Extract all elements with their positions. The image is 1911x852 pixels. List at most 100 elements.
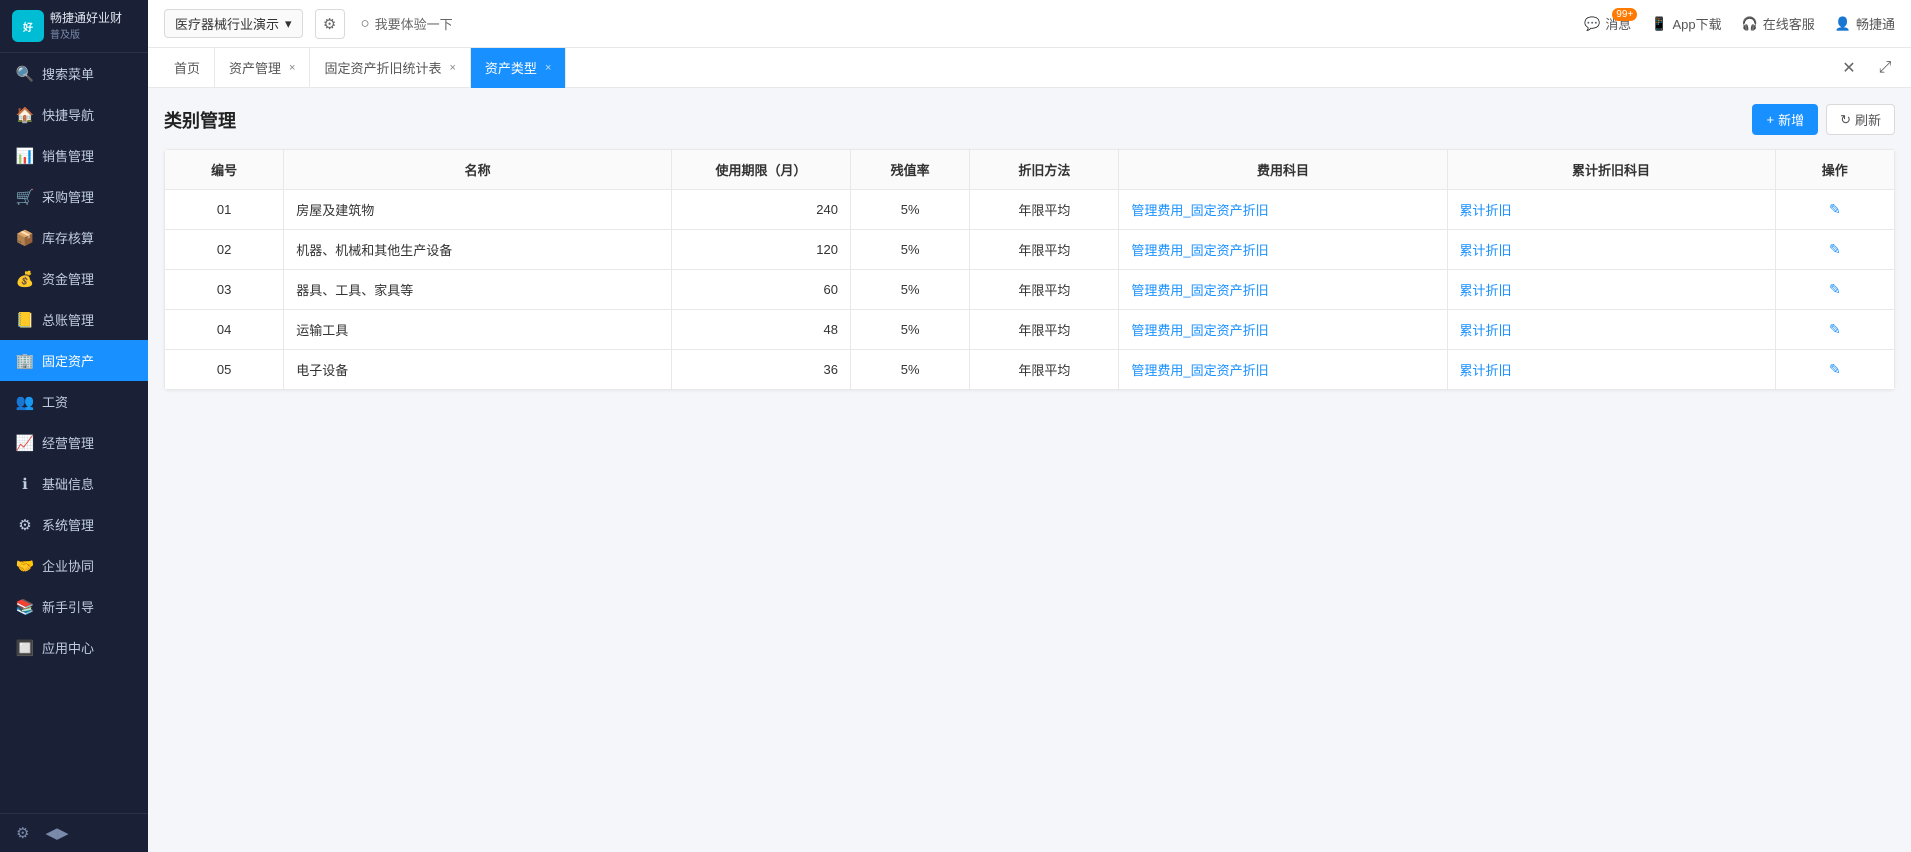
guide-icon: 📚 — [16, 598, 34, 616]
edit-btn-4[interactable]: ✎ — [1829, 361, 1841, 377]
experience-btn[interactable]: ○ 我要体验一下 — [361, 14, 453, 33]
company-selector[interactable]: 医疗器械行业演示 ▾ — [164, 9, 303, 38]
tab-asset-mgmt-close[interactable]: × — [289, 62, 295, 74]
edit-btn-3[interactable]: ✎ — [1829, 321, 1841, 337]
tab-asset-type-close[interactable]: × — [545, 62, 551, 74]
col-header-action: 操作 — [1775, 150, 1894, 190]
sidebar-item-fixed-assets[interactable]: 🏢 固定资产 — [0, 340, 148, 381]
expense-link-3[interactable]: 管理费用_固定资产折旧 — [1131, 323, 1268, 338]
experience-icon: ○ — [361, 15, 370, 32]
col-header-name: 名称 — [284, 150, 672, 190]
col-header-num: 编号 — [165, 150, 284, 190]
sidebar-item-quick-nav[interactable]: 🏠 快捷导航 — [0, 94, 148, 135]
sidebar-item-purchase[interactable]: 🛒 采购管理 — [0, 176, 148, 217]
cell-name-1: 机器、机械和其他生产设备 — [284, 230, 672, 270]
sidebar-item-inventory[interactable]: 📦 库存核算 — [0, 217, 148, 258]
col-header-method: 折旧方法 — [970, 150, 1119, 190]
sidebar-item-operations[interactable]: 📈 经营管理 — [0, 422, 148, 463]
table-row: 02 机器、机械和其他生产设备 120 5% 年限平均 管理费用_固定资产折旧 … — [165, 230, 1895, 270]
tab-asset-mgmt[interactable]: 资产管理 × — [215, 48, 310, 88]
col-header-expense: 费用科目 — [1119, 150, 1447, 190]
expense-link-1[interactable]: 管理费用_固定资产折旧 — [1131, 243, 1268, 258]
sidebar-item-salary[interactable]: 👥 工资 — [0, 381, 148, 422]
cell-name-3: 运输工具 — [284, 310, 672, 350]
tab-fixed-asset-table[interactable]: 固定资产折旧统计表 × — [310, 48, 470, 88]
close-tab-action[interactable]: ✕ — [1835, 54, 1863, 82]
settings-footer-icon[interactable]: ⚙ — [16, 824, 29, 842]
gear-button[interactable]: ⚙ — [315, 9, 345, 39]
tab-fixed-asset-table-close[interactable]: × — [449, 62, 455, 74]
cell-name-0: 房屋及建筑物 — [284, 190, 672, 230]
refresh-button[interactable]: ↻ 刷新 — [1826, 104, 1895, 135]
expense-link-2[interactable]: 管理费用_固定资产折旧 — [1131, 283, 1268, 298]
tab-asset-type-label: 资产类型 — [485, 58, 537, 77]
accum-link-3[interactable]: 累计折旧 — [1460, 323, 1512, 338]
user-avatar-icon: 👤 — [1835, 16, 1851, 32]
messages-icon: 💬 — [1584, 16, 1600, 32]
category-table: 编号 名称 使用期限（月） 残值率 折旧方法 费用科目 累计折旧科目 操作 01… — [164, 149, 1895, 390]
edit-btn-0[interactable]: ✎ — [1829, 201, 1841, 217]
tab-asset-type[interactable]: 资产类型 × — [471, 48, 566, 88]
guide-label: 新手引导 — [42, 597, 94, 616]
edit-btn-2[interactable]: ✎ — [1829, 281, 1841, 297]
app-edition: 普及版 — [50, 26, 122, 41]
operations-label: 经营管理 — [42, 433, 94, 452]
system-label: 系统管理 — [42, 515, 94, 534]
user-profile-btn[interactable]: 👤 畅捷通 — [1835, 14, 1895, 33]
sidebar-item-finance[interactable]: 💰 资金管理 — [0, 258, 148, 299]
cooperation-label: 企业协同 — [42, 556, 94, 575]
col-header-accum: 累计折旧科目 — [1447, 150, 1775, 190]
table-row: 03 器具、工具、家具等 60 5% 年限平均 管理费用_固定资产折旧 累计折旧… — [165, 270, 1895, 310]
cell-expense-3: 管理费用_固定资产折旧 — [1119, 310, 1447, 350]
sidebar-item-search[interactable]: 🔍 搜索菜单 — [0, 53, 148, 94]
app-download-btn[interactable]: 📱 App下载 — [1651, 14, 1721, 33]
company-label: 医疗器械行业演示 — [175, 14, 279, 33]
sidebar-item-ledger[interactable]: 📒 总账管理 — [0, 299, 148, 340]
sidebar-item-system[interactable]: ⚙ 系统管理 — [0, 504, 148, 545]
tab-home[interactable]: 首页 — [160, 48, 215, 88]
cell-id-4: 05 — [165, 350, 284, 390]
customer-service-btn[interactable]: 🎧 在线客服 — [1742, 14, 1815, 33]
edit-btn-1[interactable]: ✎ — [1829, 241, 1841, 257]
basic-info-icon: ℹ — [16, 475, 34, 493]
cell-action-1: ✎ — [1775, 230, 1894, 270]
accum-link-2[interactable]: 累计折旧 — [1460, 283, 1512, 298]
ledger-label: 总账管理 — [42, 310, 94, 329]
app-name: 畅捷通好业财 — [50, 11, 122, 27]
restore-tab-action[interactable]: ⤢ — [1871, 54, 1899, 82]
col-header-residual: 残值率 — [851, 150, 970, 190]
cell-period-2: 60 — [672, 270, 851, 310]
fixed-assets-icon: 🏢 — [16, 352, 34, 370]
tabbar: 首页 资产管理 × 固定资产折旧统计表 × 资产类型 × ✕ ⤢ — [148, 48, 1911, 88]
cell-action-0: ✎ — [1775, 190, 1894, 230]
table-row: 01 房屋及建筑物 240 5% 年限平均 管理费用_固定资产折旧 累计折旧 ✎ — [165, 190, 1895, 230]
cell-residual-1: 5% — [851, 230, 970, 270]
sidebar-item-app-center[interactable]: 🔲 应用中心 — [0, 627, 148, 668]
sidebar-item-basic-info[interactable]: ℹ 基础信息 — [0, 463, 148, 504]
sidebar-item-sales[interactable]: 📊 销售管理 — [0, 135, 148, 176]
cell-residual-3: 5% — [851, 310, 970, 350]
expense-link-0[interactable]: 管理费用_固定资产折旧 — [1131, 203, 1268, 218]
new-button[interactable]: + 新增 — [1752, 104, 1818, 135]
sales-icon: 📊 — [16, 147, 34, 165]
cell-method-2: 年限平均 — [970, 270, 1119, 310]
accum-link-0[interactable]: 累计折旧 — [1460, 203, 1512, 218]
main-area: 医疗器械行业演示 ▾ ⚙ ○ 我要体验一下 💬 消息 99+ 📱 App下载 🎧… — [148, 0, 1911, 852]
messages-badge: 99+ — [1612, 8, 1637, 21]
cell-id-1: 02 — [165, 230, 284, 270]
sidebar-item-cooperation[interactable]: 🤝 企业协同 — [0, 545, 148, 586]
cell-accum-3: 累计折旧 — [1447, 310, 1775, 350]
accum-link-4[interactable]: 累计折旧 — [1460, 363, 1512, 378]
sidebar-item-guide[interactable]: 📚 新手引导 — [0, 586, 148, 627]
cell-method-4: 年限平均 — [970, 350, 1119, 390]
cell-accum-4: 累计折旧 — [1447, 350, 1775, 390]
cell-residual-0: 5% — [851, 190, 970, 230]
cell-action-2: ✎ — [1775, 270, 1894, 310]
expense-link-4[interactable]: 管理费用_固定资产折旧 — [1131, 363, 1268, 378]
app-center-label: 应用中心 — [42, 638, 94, 657]
messages-btn[interactable]: 💬 消息 99+ — [1584, 14, 1631, 33]
tab-home-label: 首页 — [174, 58, 200, 77]
accum-link-1[interactable]: 累计折旧 — [1460, 243, 1512, 258]
collapse-icon[interactable]: ◀▶ — [45, 824, 68, 842]
tab-asset-mgmt-label: 资产管理 — [229, 58, 281, 77]
